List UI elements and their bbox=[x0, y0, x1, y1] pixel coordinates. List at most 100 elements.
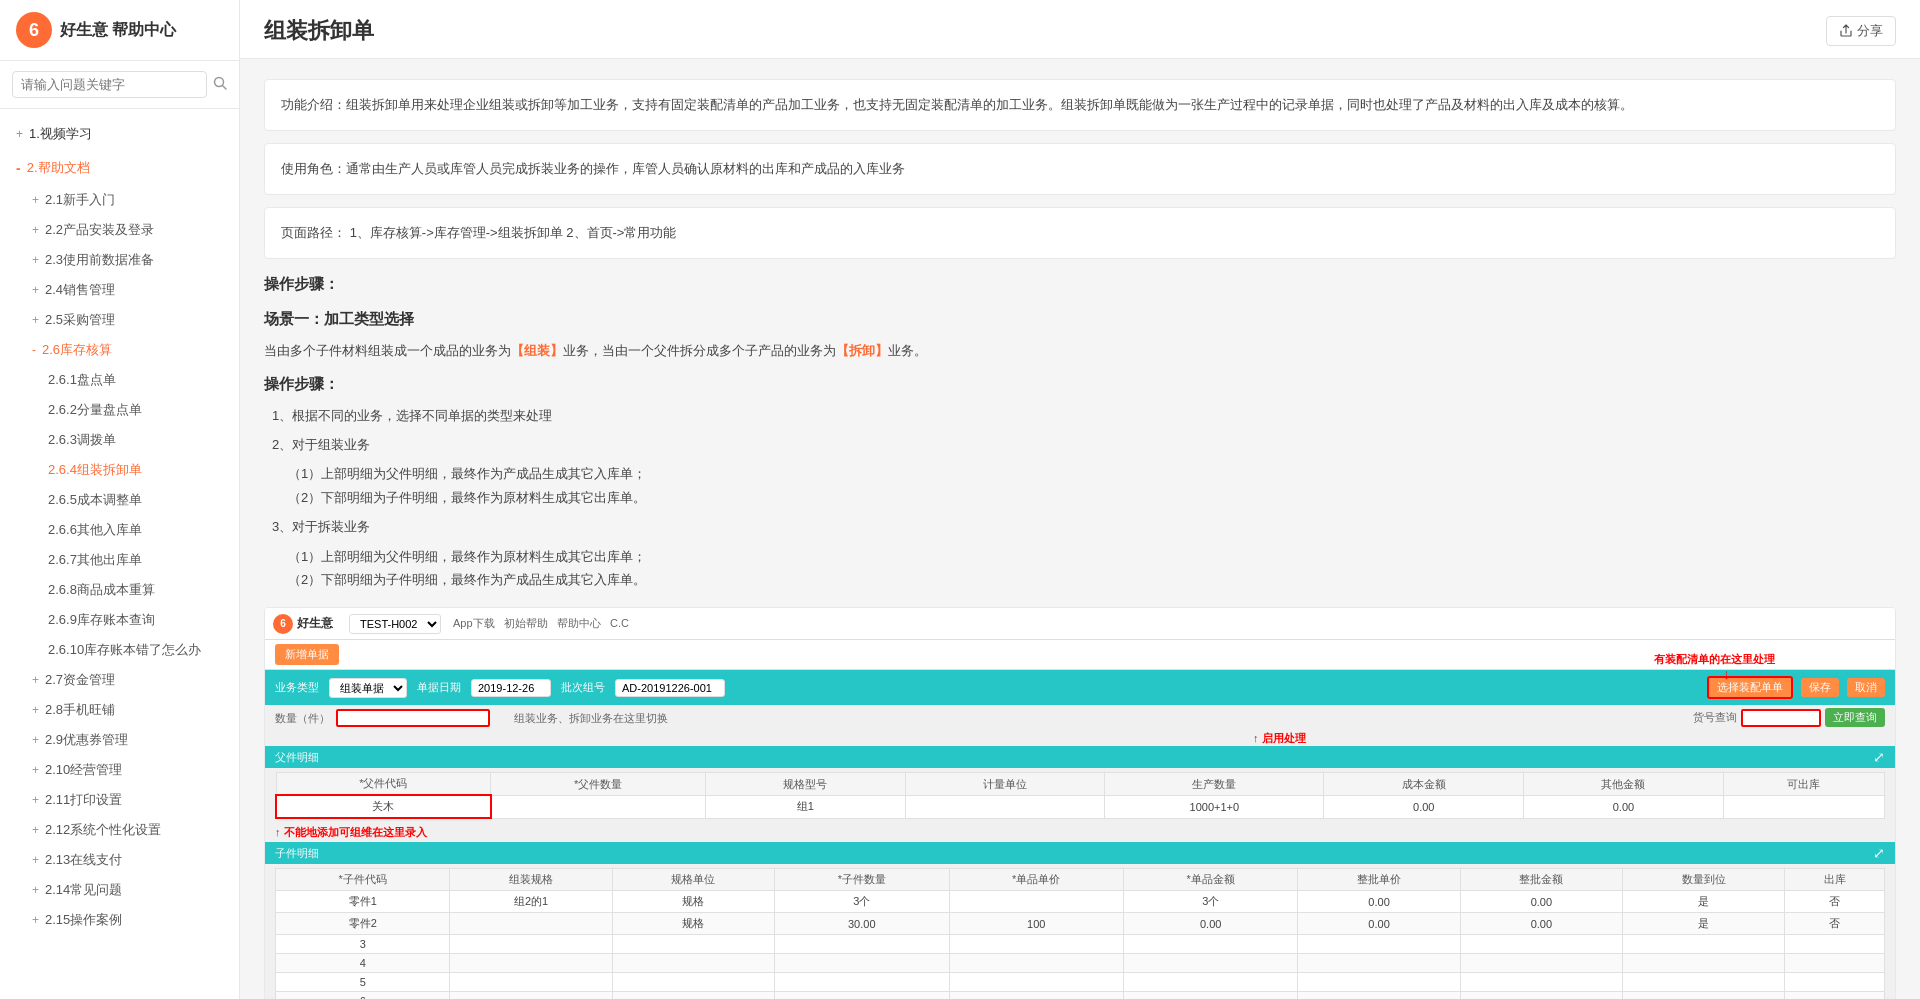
scenario-desc: 当由多个子件材料组装成一个成品的业务为【组装】业务，当由一个父件拆分成多个子产品… bbox=[264, 339, 1896, 362]
mock-annotation3: ↑ 启用处理 bbox=[1243, 731, 1895, 746]
sidebar-leaf-267[interactable]: 2.6.7其他出库单 bbox=[16, 545, 239, 575]
content-area: 功能介绍：组装拆卸单用来处理企业组装或拆卸等加工业务，支持有固定装配清单的产品加… bbox=[240, 59, 1920, 999]
mock-field-section: 数量（件） 组装业务、拆卸业务在这里切换 货号查询 立即查询 bbox=[265, 705, 1895, 731]
mock-annotation1: 有装配清单的在这里处理 bbox=[1654, 652, 1775, 667]
mock-company-select[interactable]: TEST-H002 bbox=[349, 614, 441, 634]
page-title: 组装拆卸单 bbox=[264, 16, 374, 46]
sidebar-item-finance[interactable]: + 2.7资金管理 bbox=[16, 665, 239, 695]
main-header: 组装拆卸单 分享 bbox=[240, 0, 1920, 59]
scenario-title: 场景一：加工类型选择 bbox=[264, 310, 1896, 329]
mock-cancel-btn[interactable]: 取消 bbox=[1847, 678, 1885, 697]
sidebar-item-print[interactable]: + 2.11打印设置 bbox=[16, 785, 239, 815]
step3-sub1: （1）上部明细为父件明细，最终作为原材料生成其它出库单； bbox=[288, 545, 1896, 568]
table-row: 5 bbox=[276, 973, 1885, 992]
mock-quantity-input[interactable] bbox=[336, 709, 490, 727]
mock-save-btn[interactable]: 保存 bbox=[1801, 678, 1839, 697]
description-box-1: 功能介绍：组装拆卸单用来处理企业组装或拆卸等加工业务，支持有固定装配清单的产品加… bbox=[264, 79, 1896, 131]
description-box-2: 使用角色：通常由生产人员或库管人员完成拆装业务的操作，库管人员确认原材料的出库和… bbox=[264, 143, 1896, 195]
mock-teal-header-bar: 业务类型 组装单据 单据日期 批次组号 选择装配单单 保存 bbox=[265, 670, 1895, 705]
step3-sub2: （2）下部明细为子件明细，最终作为产成品生成其它入库单。 bbox=[288, 568, 1896, 591]
mock-search-input[interactable] bbox=[1741, 709, 1821, 727]
mock-search-label: 货号查询 bbox=[1693, 710, 1737, 725]
expand-icon: + bbox=[16, 127, 23, 141]
sidebar-leaf-262[interactable]: 2.6.2分量盘点单 bbox=[16, 395, 239, 425]
main-content: 组装拆卸单 分享 功能介绍：组装拆卸单用来处理企业组装或拆卸等加工业务，支持有固… bbox=[240, 0, 1920, 999]
ops-title: 操作步骤： bbox=[264, 275, 1896, 294]
mock-topbar: 6 好生意 TEST-H002 App下载 初始帮助 帮助中心 C.C bbox=[265, 608, 1895, 640]
mock-expand-lower-btn[interactable]: ⤢ bbox=[1873, 845, 1885, 861]
sidebar-nav: + 1.视频学习 - 2.帮助文档 + 2.1新手入门 + 2.2产品安装及登录… bbox=[0, 109, 239, 999]
table-row: 4 bbox=[276, 954, 1885, 973]
mock-form-header: 业务类型 组装单据 单据日期 批次组号 选择装配单单 保存 bbox=[265, 670, 1895, 705]
sidebar-leaf-266[interactable]: 2.6.6其他入库单 bbox=[16, 515, 239, 545]
sidebar-item-video-learning[interactable]: + 1.视频学习 bbox=[0, 117, 239, 151]
sidebar-item-coupon[interactable]: + 2.9优惠券管理 bbox=[16, 725, 239, 755]
sidebar-leaf-261[interactable]: 2.6.1盘点单 bbox=[16, 365, 239, 395]
step1-text: 1、根据不同的业务，选择不同单据的类型来处理 bbox=[272, 404, 1896, 427]
share-icon bbox=[1839, 24, 1853, 38]
app-name: 好生意 帮助中心 bbox=[60, 20, 176, 41]
table-row: 零件2 规格 30.00 100 0.00 0.00 0.00 是 否 bbox=[276, 913, 1885, 935]
sidebar-item-help-docs[interactable]: - 2.帮助文档 bbox=[0, 151, 239, 185]
sidebar-item-data-prep[interactable]: + 2.3使用前数据准备 bbox=[16, 245, 239, 275]
sidebar-item-inventory[interactable]: - 2.6库存核算 bbox=[16, 335, 239, 365]
mock-annotation4: ↑ 不能地添加可组维在这里录入 bbox=[265, 823, 1895, 842]
table-row: 3 bbox=[276, 935, 1885, 954]
mock-date-input[interactable] bbox=[471, 679, 551, 697]
sidebar-header: 6 好生意 帮助中心 bbox=[0, 0, 239, 61]
sidebar-section-label: 1.视频学习 bbox=[29, 125, 92, 143]
sidebar-leaf-265[interactable]: 2.6.5成本调整单 bbox=[16, 485, 239, 515]
sidebar-item-personalize[interactable]: + 2.12系统个性化设置 bbox=[16, 815, 239, 845]
sidebar-item-purchase[interactable]: + 2.5采购管理 bbox=[16, 305, 239, 335]
sidebar-leaf-264[interactable]: 2.6.4组装拆卸单 bbox=[16, 455, 239, 485]
sidebar-section-label: 2.帮助文档 bbox=[27, 159, 90, 177]
mock-field-group: 业务类型 组装单据 单据日期 批次组号 bbox=[275, 678, 729, 698]
svg-line-1 bbox=[223, 86, 227, 90]
sidebar-leaf-2610[interactable]: 2.6.10库存账本错了怎么办 bbox=[16, 635, 239, 665]
mock-search-btn[interactable]: 立即查询 bbox=[1825, 708, 1885, 727]
screenshot-image: 6 好生意 TEST-H002 App下载 初始帮助 帮助中心 C.C 新增单据… bbox=[265, 608, 1895, 999]
step2-sub1: （1）上部明细为父件明细，最终作为产成品生成其它入库单； bbox=[288, 462, 1896, 485]
sidebar-leaf-269[interactable]: 2.6.9库存账本查询 bbox=[16, 605, 239, 635]
sidebar-item-mobile[interactable]: + 2.8手机旺铺 bbox=[16, 695, 239, 725]
sidebar-item-cases[interactable]: + 2.15操作案例 bbox=[16, 905, 239, 935]
mock-order-type-select[interactable]: 组装单据 bbox=[329, 678, 407, 698]
sidebar-item-sales[interactable]: + 2.4销售管理 bbox=[16, 275, 239, 305]
logo-icon: 6 bbox=[16, 12, 52, 48]
sidebar-item-faq[interactable]: + 2.14常见问题 bbox=[16, 875, 239, 905]
sidebar-leaf-263[interactable]: 2.6.3调拨单 bbox=[16, 425, 239, 455]
path-box: 页面路径： 1、库存核算->库存管理->组装拆卸单 2、首页->常用功能 bbox=[264, 207, 1896, 259]
sidebar-leaf-268[interactable]: 2.6.8商品成本重算 bbox=[16, 575, 239, 605]
share-button[interactable]: 分享 bbox=[1826, 16, 1896, 46]
step2-text: 2、对于组装业务 bbox=[272, 433, 1896, 456]
path-text: 1、库存核算->库存管理->组装拆卸单 2、首页->常用功能 bbox=[350, 225, 677, 240]
desc1-text: 功能介绍：组装拆卸单用来处理企业组装或拆卸等加工业务，支持有固定装配清单的产品加… bbox=[281, 97, 1633, 112]
mock-header-right: 选择装配单单 保存 取消 bbox=[1703, 676, 1885, 699]
mock-expand-upper-btn[interactable]: ⤢ bbox=[1873, 749, 1885, 765]
step2-sub2: （2）下部明细为子件明细，最终作为原材料生成其它出库单。 bbox=[288, 486, 1896, 509]
mock-arrow1: ↓ bbox=[1723, 666, 1730, 682]
sidebar-item-payment[interactable]: + 2.13在线支付 bbox=[16, 845, 239, 875]
collapse-icon: - bbox=[16, 160, 21, 176]
mock-lower-section-header: 子件明细 ⤢ bbox=[265, 842, 1895, 864]
screenshot-container: 6 好生意 TEST-H002 App下载 初始帮助 帮助中心 C.C 新增单据… bbox=[264, 607, 1896, 999]
mock-tab-list[interactable]: 列表 bbox=[347, 644, 389, 665]
sidebar-item-install[interactable]: + 2.2产品安装及登录 bbox=[16, 215, 239, 245]
ops-steps-title: 操作步骤： bbox=[264, 375, 1896, 394]
step3-text: 3、对于拆装业务 bbox=[272, 515, 1896, 538]
sidebar-item-newcomer[interactable]: + 2.1新手入门 bbox=[16, 185, 239, 215]
mock-app-name: 好生意 bbox=[297, 615, 333, 632]
mock-upper-table: *父件代码 *父件数量 规格型号 计量单位 生产数量 成本金额 其他金额 可出库 bbox=[275, 772, 1885, 819]
mock-topbar-links: App下载 初始帮助 帮助中心 C.C bbox=[453, 616, 629, 631]
path-label: 页面路径： bbox=[281, 225, 346, 240]
search-input[interactable] bbox=[12, 71, 207, 98]
mock-tab-new[interactable]: 新增单据 bbox=[275, 644, 339, 665]
sidebar-item-management[interactable]: + 2.10经营管理 bbox=[16, 755, 239, 785]
mock-field-row: 数量（件） 组装业务、拆卸业务在这里切换 bbox=[265, 705, 1895, 731]
mock-config-btn[interactable]: 选择装配单单 bbox=[1707, 676, 1793, 699]
mock-assembly-note: 组装业务、拆卸业务在这里切换 bbox=[514, 711, 668, 726]
mock-logo: 6 bbox=[273, 614, 293, 634]
search-button[interactable] bbox=[213, 76, 227, 93]
sidebar: 6 好生意 帮助中心 + 1.视频学习 - 2.帮助文档 + 2.1新手入门 bbox=[0, 0, 240, 999]
mock-batch-input[interactable] bbox=[615, 679, 725, 697]
